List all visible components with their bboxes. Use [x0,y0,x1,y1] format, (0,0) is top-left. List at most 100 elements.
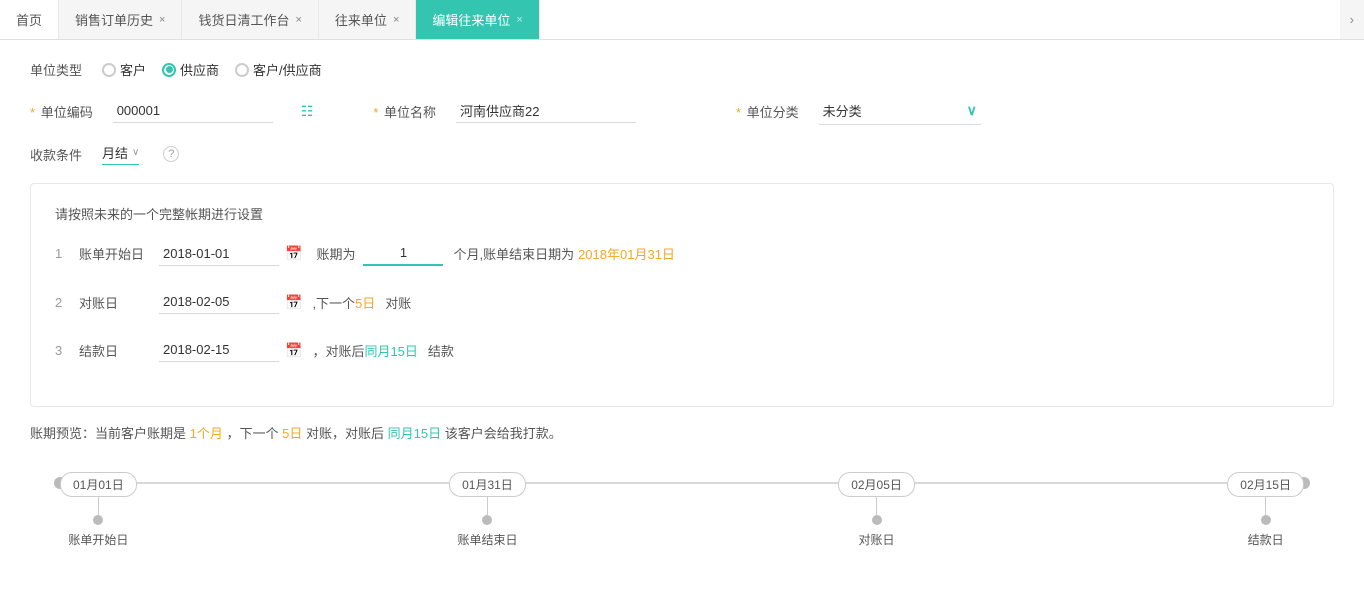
timeline-node-4: 02月15日 结款日 [1227,472,1304,548]
payment-terms-value: 月结 [102,143,128,162]
radio-supplier-label: 供应商 [180,60,219,79]
preview-text: 账期预览：当前客户账期是 1个月 ，下一个 5日 对账，对账后 同月15日 该客… [30,423,1334,442]
tab-home[interactable]: 首页 [0,0,59,39]
timeline-node-1-label: 账单开始日 [68,531,128,548]
setting-label-3: 结款日 [79,341,159,360]
unit-code-input[interactable] [113,99,273,123]
preview-suffix: 该客户会给我打款。 [445,426,562,441]
copy-icon[interactable]: ☷ [301,103,314,120]
timeline-node-4-line [1265,497,1266,515]
timeline-node-1-bubble: 01月01日 [60,472,137,497]
timeline-nodes: 01月01日 账单开始日 01月31日 账单结束日 02月05日 对账日 [60,472,1304,548]
radio-supplier[interactable]: 供应商 [162,60,219,79]
preview-mid2: 对账，对账后 [306,426,384,441]
unit-category-value: 未分类 [823,101,963,120]
box-title: 请按照未来的一个完整帐期进行设置 [55,204,1309,223]
timeline: 01月01日 账单开始日 01月31日 账单结束日 02月05日 对账日 [30,462,1334,578]
preview-prefix: 账期预览：当前客户账期是 [30,426,186,441]
timeline-node-4-bubble: 02月15日 [1227,472,1304,497]
timeline-node-2-dot [482,515,492,525]
timeline-node-2-label: 账单结束日 [457,531,517,548]
period-suffix: 个月,账单结束日期为 [453,244,574,263]
timeline-node-2-line [487,497,488,515]
unit-category-dropdown-icon: ∨ [967,102,977,119]
settings-box: 请按照未来的一个完整帐期进行设置 1 账单开始日 📅 账期为 个月,账单结束日期… [30,183,1334,407]
setting-row-3: 3 结款日 📅 ，对账后 同月15日 结款 [55,338,1309,362]
radio-supplier-circle [162,63,176,77]
unit-type-label: 单位类型 [30,60,82,79]
radio-customer-label: 客户 [120,60,146,79]
timeline-node-3: 02月05日 对账日 [838,472,915,548]
tab-partner-units-close[interactable]: × [393,14,399,26]
setting-row-2: 2 对账日 📅 ,下一个 5日 对账 [55,290,1309,314]
end-date-highlight: 2018年01月31日 [578,244,675,263]
radio-customer[interactable]: 客户 [102,60,146,79]
tab-edit-partner-label: 编辑往来单位 [432,10,510,29]
preview-item1: 1个月 [190,426,223,441]
timeline-node-1-line [98,497,99,515]
start-date-calendar-icon[interactable]: 📅 [285,245,302,262]
tab-cash-work-close[interactable]: × [295,14,301,26]
setting-label-1: 账单开始日 [79,244,159,263]
reconcile-prefix: ,下一个 [312,293,355,312]
timeline-node-1: 01月01日 账单开始日 [60,472,137,548]
tab-partner-units[interactable]: 往来单位 × [319,0,416,39]
reconcile-date-input[interactable] [159,290,279,314]
payment-date-input[interactable] [159,338,279,362]
setting-label-2: 对账日 [79,293,159,312]
payment-day-highlight: 同月15日 [364,341,417,360]
reconcile-date-calendar-icon[interactable]: 📅 [285,294,302,311]
setting-num-1: 1 [55,246,79,261]
timeline-node-3-dot [872,515,882,525]
payment-terms-label: 收款条件 [30,145,82,164]
unit-type-row: 单位类型 客户 供应商 客户/供应商 [30,60,1334,79]
timeline-node-1-dot [93,515,103,525]
tab-sales-order-history[interactable]: 销售订单历史 × [59,0,182,39]
reconcile-day-highlight: 5日 [355,293,375,312]
payment-terms-arrow-icon: ∨ [132,147,139,158]
tab-cash-work-label: 钱货日清工作台 [198,10,289,29]
payment-terms-help-icon[interactable]: ? [163,146,179,162]
timeline-node-4-dot [1261,515,1271,525]
payment-terms-dropdown[interactable]: 月结 ∨ [102,143,139,165]
payment-date-calendar-icon[interactable]: 📅 [285,342,302,359]
timeline-node-2: 01月31日 账单结束日 [449,472,526,548]
radio-customer-circle [102,63,116,77]
setting-num-3: 3 [55,343,79,358]
preview-item2: 5日 [282,426,302,441]
preview-mid1: ，下一个 [227,426,279,441]
period-prefix: 账期为 [316,244,355,263]
tab-home-label: 首页 [16,10,42,29]
payment-prefix: ，对账后 [312,341,364,360]
unit-code-label: 单位编码 [41,105,93,120]
preview-item3: 同月15日 [388,426,441,441]
unit-category-star: * [736,105,741,120]
tab-overflow-arrow[interactable]: › [1340,0,1364,39]
tab-cash-work[interactable]: 钱货日清工作台 × [182,0,318,39]
tab-bar: 首页 销售订单历史 × 钱货日清工作台 × 往来单位 × 编辑往来单位 × › [0,0,1364,40]
tab-edit-partner[interactable]: 编辑往来单位 × [416,0,539,39]
setting-row-1: 1 账单开始日 📅 账期为 个月,账单结束日期为 2018年01月31日 [55,241,1309,266]
unit-category-label: 单位分类 [747,105,799,120]
payment-suffix: 结款 [428,341,454,360]
setting-num-2: 2 [55,295,79,310]
unit-info-row: * 单位编码 ☷ * 单位名称 * 单位分类 未分类 ∨ [30,97,1334,125]
tab-sales-order-history-close[interactable]: × [159,14,165,26]
unit-name-label-star: * 单位名称 [373,102,436,121]
tab-partner-units-label: 往来单位 [335,10,387,29]
radio-both-circle [235,63,249,77]
unit-code-star: * [30,105,35,120]
start-date-input[interactable] [159,242,279,266]
unit-name-star: * [373,105,378,120]
unit-type-radio-group: 客户 供应商 客户/供应商 [102,60,322,79]
preview-section: 账期预览：当前客户账期是 1个月 ，下一个 5日 对账，对账后 同月15日 该客… [30,407,1334,578]
unit-name-input[interactable] [456,99,636,123]
unit-category-select[interactable]: 未分类 ∨ [819,97,981,125]
timeline-node-2-bubble: 01月31日 [449,472,526,497]
main-content: 单位类型 客户 供应商 客户/供应商 * 单位编码 ☷ * 单位名称 [0,40,1364,608]
timeline-node-3-label: 对账日 [859,531,895,548]
unit-code-label-star: * 单位编码 [30,102,93,121]
period-input[interactable] [363,241,443,266]
radio-both[interactable]: 客户/供应商 [235,60,322,79]
tab-edit-partner-close[interactable]: × [516,14,522,26]
